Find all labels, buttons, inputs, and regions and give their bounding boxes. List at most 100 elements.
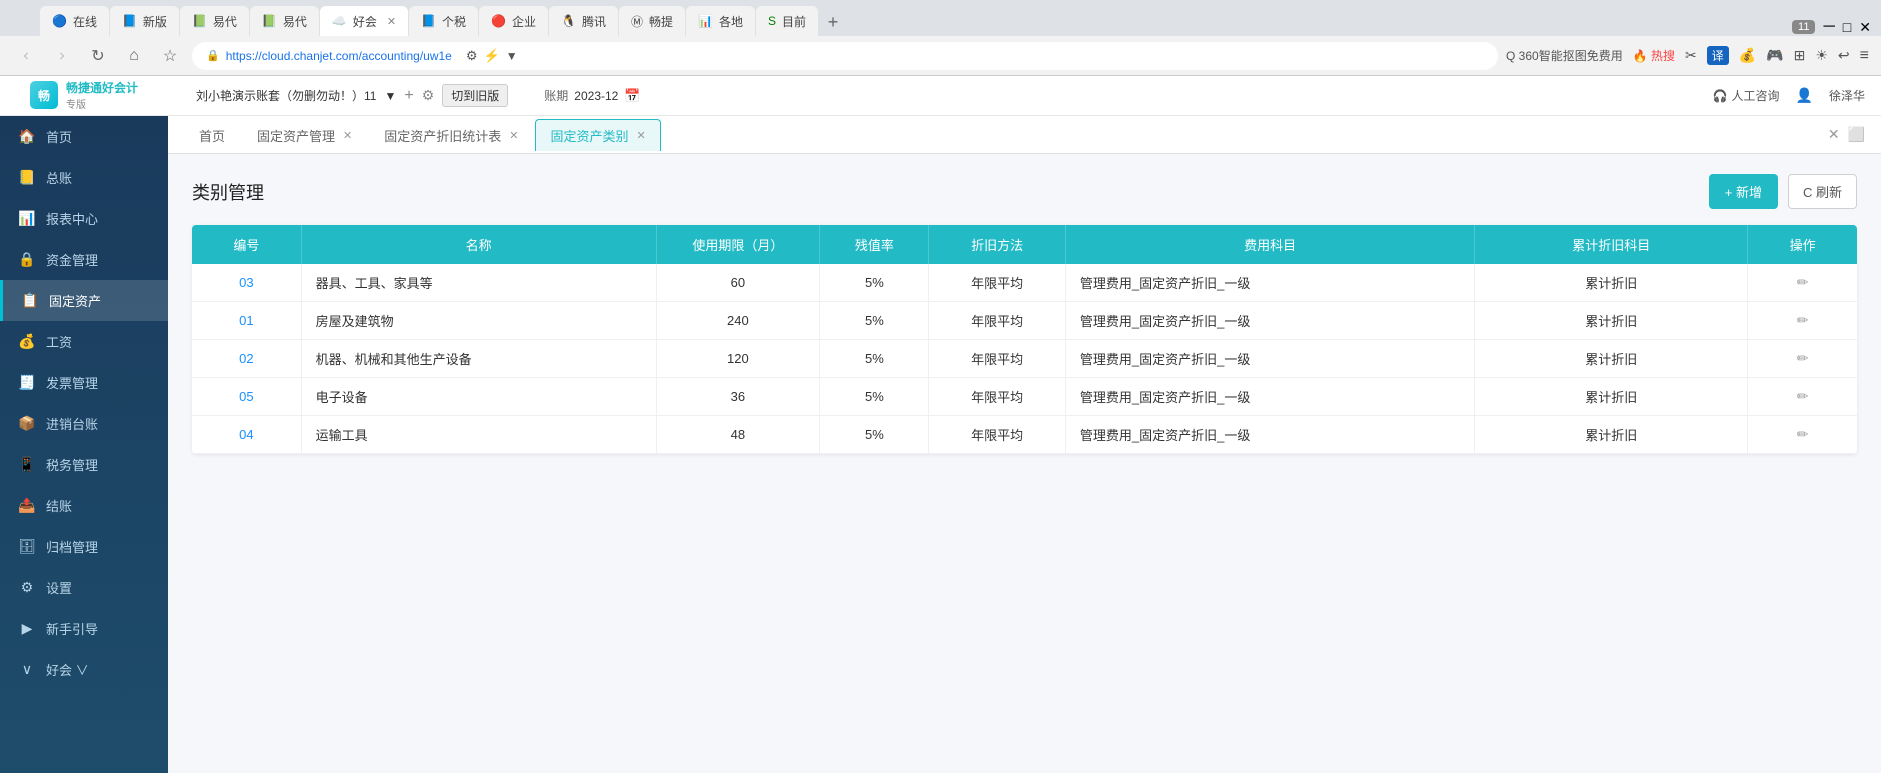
grid-icon[interactable]: ⊞ [1794, 47, 1806, 64]
edit-icon[interactable]: ✏ [1797, 274, 1809, 290]
cut-icon[interactable]: ✂ [1685, 47, 1697, 64]
tab-close-haohui[interactable]: ✕ [387, 15, 396, 28]
settings-icon: ⚙ [18, 579, 36, 597]
app-edition: 专版 [66, 96, 138, 111]
row-expense: 管理费用_固定资产折旧_一级 [1065, 264, 1474, 302]
consult-label[interactable]: 🎧 人工咨询 [1713, 87, 1780, 104]
undo-icon[interactable]: ↩ [1838, 47, 1850, 64]
forward-button[interactable]: › [48, 42, 76, 70]
browser-toolbar: Q 360智能抠图免费用 🔥 热搜 ✂ 译 💰 🎮 ⊞ ☀ ↩ ≡ [1506, 46, 1869, 65]
row-code[interactable]: 03 [192, 264, 301, 302]
back-button[interactable]: ‹ [12, 42, 40, 70]
username: 徐泽华 [1829, 87, 1865, 104]
sidebar-nav: 🏠 首页 📒 总账 📊 报表中心 🔒 资金管理 📋 固定资产 [0, 116, 168, 773]
minimize-button[interactable]: ─ [1823, 18, 1834, 36]
browser-tab-online[interactable]: 🔵 在线 [40, 6, 109, 36]
game-icon[interactable]: 🎮 [1766, 47, 1783, 64]
tab-depreciation-report[interactable]: 固定资产折旧统计表 ✕ [369, 119, 533, 151]
sidebar-item-more[interactable]: ∨ 好会 ∨ [0, 649, 168, 690]
new-tab-button[interactable]: + [819, 8, 847, 36]
sidebar-item-fixed-assets[interactable]: 📋 固定资产 [0, 280, 168, 321]
edit-icon[interactable]: ✏ [1797, 312, 1809, 328]
translate-icon[interactable]: 译 [1707, 46, 1729, 65]
close-depreciation-report-tab[interactable]: ✕ [509, 129, 518, 142]
add-button[interactable]: + 新增 [1709, 174, 1778, 209]
sidebar-item-purchase-sales[interactable]: 📦 进销台账 [0, 403, 168, 444]
add-account-button[interactable]: + [404, 87, 413, 105]
headset-icon: 🎧 [1713, 89, 1728, 103]
tab-home[interactable]: 首页 [184, 119, 240, 151]
bookmark-button[interactable]: ☆ [156, 42, 184, 70]
brightness-icon[interactable]: ☀ [1815, 47, 1828, 64]
sidebar-item-settings[interactable]: ⚙ 设置 [0, 567, 168, 608]
edit-icon[interactable]: ✏ [1797, 350, 1809, 366]
sidebar: 🏠 首页 📒 总账 📊 报表中心 🔒 资金管理 📋 固定资产 [0, 116, 168, 773]
fixed-assets-icon: 📋 [21, 292, 39, 310]
close-window-button[interactable]: ✕ [1859, 19, 1871, 36]
switch-version-button[interactable]: 切到旧版 [442, 84, 508, 107]
app-header: 畅 畅捷通好会计 专版 刘小艳演示账套（勿删勿动！）11 ▼ + ⚙ 切到旧版 … [0, 76, 1881, 116]
page-content: 类别管理 + 新增 C 刷新 编号 名称 使用期限（月） 残值率 折旧方法 [168, 154, 1881, 773]
browser-tab-new[interactable]: 📘 新版 [110, 6, 179, 36]
close-fixed-asset-mgmt-tab[interactable]: ✕ [343, 129, 352, 142]
calendar-icon[interactable]: 📅 [624, 88, 640, 104]
close-asset-category-tab[interactable]: ✕ [637, 129, 646, 142]
restore-button[interactable]: □ [1843, 19, 1851, 35]
payroll-icon: 💰 [18, 333, 36, 351]
collapse-tab-button[interactable]: ✕ [1828, 126, 1840, 143]
sidebar-item-period-end[interactable]: 📤 结账 [0, 485, 168, 526]
browser-tab-geshuei[interactable]: 📘 个税 [409, 6, 478, 36]
sidebar-item-payroll[interactable]: 💰 工资 [0, 321, 168, 362]
row-code[interactable]: 02 [192, 340, 301, 378]
sidebar-item-ledger[interactable]: 📒 总账 [0, 157, 168, 198]
sidebar-item-reports[interactable]: 📊 报表中心 [0, 198, 168, 239]
row-accum: 累计折旧 [1475, 378, 1748, 416]
sidebar-item-home[interactable]: 🏠 首页 [0, 116, 168, 157]
wallet-icon[interactable]: 💰 [1739, 47, 1756, 64]
row-code[interactable]: 04 [192, 416, 301, 454]
tab-asset-category[interactable]: 固定资产类别 ✕ [535, 119, 660, 151]
browser-tab-yidai2[interactable]: 📗 易代 [250, 6, 319, 36]
browser-tab-enterprise[interactable]: 🔴 企业 [479, 6, 548, 36]
browser-tab-changte[interactable]: Ⓜ 畅提 [619, 6, 685, 36]
ledger-icon: 📒 [18, 169, 36, 187]
search-bar-label: Q 360智能抠图免费用 [1506, 47, 1623, 64]
dropdown-arrow-icon[interactable]: ▼ [506, 49, 518, 63]
row-name: 机器、机械和其他生产设备 [301, 340, 656, 378]
browser-tab-muqian[interactable]: S 目前 [756, 6, 818, 36]
url-text: https://cloud.chanjet.com/accounting/uw1… [226, 49, 452, 63]
row-period: 36 [656, 378, 820, 416]
col-name: 名称 [301, 225, 656, 264]
row-code[interactable]: 05 [192, 378, 301, 416]
sidebar-item-invoice[interactable]: 🧾 发票管理 [0, 362, 168, 403]
expand-tab-button[interactable]: ⬜ [1848, 126, 1865, 143]
category-table: 编号 名称 使用期限（月） 残值率 折旧方法 费用科目 累计折旧科目 操作 03 [192, 225, 1857, 454]
site-tools-icon[interactable]: ⚙ [466, 48, 478, 64]
sidebar-item-funds[interactable]: 🔒 资金管理 [0, 239, 168, 280]
browser-tab-haohui[interactable]: ☁️ 好会 ✕ [320, 6, 408, 36]
sidebar-item-tax[interactable]: 📱 税务管理 [0, 444, 168, 485]
browser-tab-gedi[interactable]: 📊 各地 [686, 6, 755, 36]
account-settings-icon[interactable]: ⚙ [422, 87, 435, 104]
row-name: 器具、工具、家具等 [301, 264, 656, 302]
sidebar-item-guide[interactable]: ▶ 新手引导 [0, 608, 168, 649]
row-action: ✏ [1748, 340, 1857, 378]
account-dropdown-icon[interactable]: ▼ [384, 89, 396, 103]
tab-fixed-asset-mgmt[interactable]: 固定资产管理 ✕ [242, 119, 367, 151]
table-row: 02 机器、机械和其他生产设备 120 5% 年限平均 管理费用_固定资产折旧_… [192, 340, 1857, 378]
browser-tab-tencent[interactable]: 🐧 腾讯 [549, 6, 618, 36]
menu-icon[interactable]: ≡ [1860, 47, 1869, 65]
sidebar-item-archive[interactable]: 🗄 归档管理 [0, 526, 168, 567]
hot-search-icon[interactable]: 🔥 热搜 [1633, 47, 1675, 64]
row-method: 年限平均 [929, 340, 1065, 378]
reload-button[interactable]: ↻ [84, 42, 112, 70]
row-code[interactable]: 01 [192, 302, 301, 340]
browser-tab-yidai1[interactable]: 📗 易代 [180, 6, 249, 36]
row-accum: 累计折旧 [1475, 302, 1748, 340]
url-bar[interactable]: 🔒 https://cloud.chanjet.com/accounting/u… [192, 42, 1498, 70]
home-button[interactable]: ⌂ [120, 42, 148, 70]
funds-icon: 🔒 [18, 251, 36, 269]
refresh-button[interactable]: C 刷新 [1788, 174, 1857, 209]
edit-icon[interactable]: ✏ [1797, 426, 1809, 442]
edit-icon[interactable]: ✏ [1797, 388, 1809, 404]
